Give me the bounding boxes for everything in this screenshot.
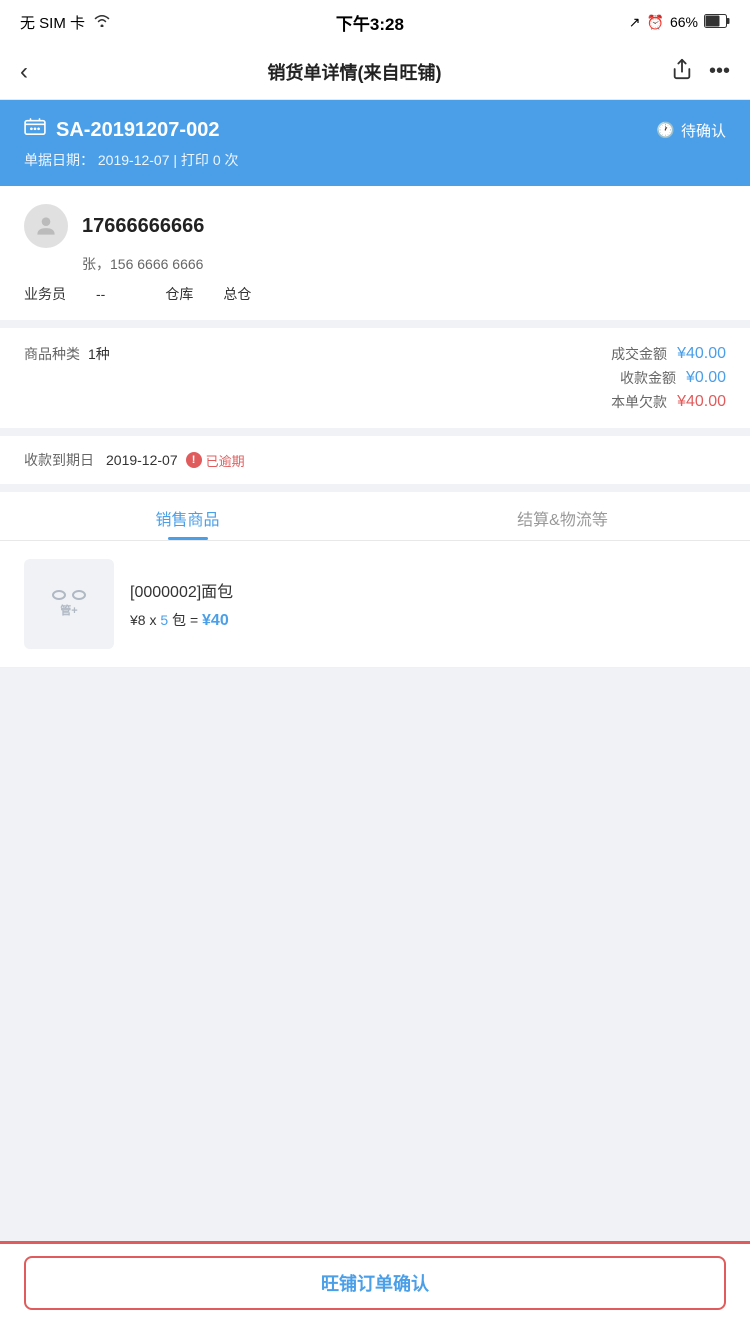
more-icon[interactable]: •••: [709, 60, 730, 83]
status-left: 无 SIM 卡: [20, 12, 111, 33]
customer-section: 17666666666 张，156 6666 6666 业务员 -- 仓库 总仓: [0, 186, 750, 328]
status-bar: 无 SIM 卡 下午3:28 ↗ ⏰ 66%: [0, 0, 750, 44]
product-type-value: 1种: [88, 344, 110, 364]
status-clock-icon: 🕐: [656, 121, 675, 139]
qty: 5: [160, 612, 168, 628]
product-thumbnail: 管+: [24, 559, 114, 649]
date-label: 单据日期：: [24, 152, 94, 168]
product-info: [0000002]面包 ¥8 x 5 包 = ¥40: [130, 578, 726, 630]
transaction-label: 成交金额: [611, 344, 667, 364]
customer-meta: 业务员 -- 仓库 总仓: [24, 284, 726, 304]
order-icon: [24, 118, 46, 142]
owed-value: ¥40.00: [677, 393, 726, 411]
avatar: [24, 204, 68, 248]
confirm-button[interactable]: 旺铺订单确认: [24, 1256, 726, 1310]
order-date: 2019-12-07: [98, 152, 170, 168]
due-date-value: 2019-12-07: [106, 452, 178, 468]
salesperson-label: 业务员: [24, 284, 66, 304]
owed-amount-row: 本单欠款 ¥40.00: [611, 392, 726, 412]
order-banner: SA-20191207-002 🕐 待确认 单据日期： 2019-12-07 |…: [0, 100, 750, 186]
status-time: 下午3:28: [336, 10, 404, 35]
tab-settlement[interactable]: 结算&物流等: [375, 492, 750, 540]
order-date-row: 单据日期： 2019-12-07 | 打印 0 次: [24, 150, 726, 170]
product-item: 管+ [0000002]面包 ¥8 x 5 包 = ¥40: [0, 541, 750, 667]
product-type-label: 商品种类: [24, 344, 80, 364]
received-label: 收款金额: [620, 368, 676, 388]
order-id: SA-20191207-002: [56, 119, 219, 142]
transaction-amount-row: 成交金额 ¥40.00: [611, 344, 726, 364]
alarm-icon: ⏰: [647, 14, 664, 31]
received-amount-row: 收款金额 ¥0.00: [620, 368, 726, 388]
status-right: ↗ ⏰ 66%: [629, 14, 730, 31]
page-title: 销货单详情(来自旺铺): [38, 59, 671, 85]
received-value: ¥0.00: [686, 369, 726, 387]
status-text: 待确认: [681, 120, 726, 141]
logo-plus: 管+: [60, 602, 77, 618]
warehouse-value: 总仓: [223, 284, 251, 304]
overdue-badge: ! 已逾期: [186, 451, 245, 470]
nav-bar: ‹ 销货单详情(来自旺铺) •••: [0, 44, 750, 100]
logo-eye-right: [72, 590, 86, 600]
product-name: [0000002]面包: [130, 578, 726, 602]
unit-price: ¥8: [130, 612, 146, 628]
total: ¥40: [202, 612, 229, 629]
product-type-row: 商品种类 1种: [24, 344, 110, 364]
due-label: 收款到期日: [24, 450, 94, 470]
overdue-text: 已逾期: [206, 451, 245, 470]
customer-name: 张，156 6666 6666: [24, 254, 726, 274]
order-status: 🕐 待确认: [656, 120, 726, 141]
back-button[interactable]: ‹: [20, 58, 38, 86]
owed-label: 本单欠款: [611, 392, 667, 412]
warehouse-label: 仓库: [165, 284, 193, 304]
product-logo: 管+: [52, 590, 86, 618]
product-section: 管+ [0000002]面包 ¥8 x 5 包 = ¥40: [0, 541, 750, 668]
print-info: | 打印 0 次: [173, 152, 238, 168]
location-icon: ↗: [629, 14, 641, 31]
summary-left: 商品种类 1种: [24, 344, 110, 364]
battery-text: 66%: [670, 14, 698, 30]
tabs-section: 销售商品 结算&物流等: [0, 492, 750, 541]
product-price-row: ¥8 x 5 包 = ¥40: [130, 610, 726, 630]
logo-eyes: [52, 590, 86, 600]
wifi-icon: [93, 13, 111, 31]
price-x: x: [149, 612, 160, 628]
overdue-icon: !: [186, 452, 202, 468]
logo-eye-left: [52, 590, 66, 600]
carrier-text: 无 SIM 卡: [20, 12, 85, 33]
share-icon[interactable]: [671, 58, 693, 86]
unit: 包: [172, 612, 186, 628]
summary-section: 商品种类 1种 成交金额 ¥40.00 收款金额 ¥0.00 本单欠款 ¥40.…: [0, 328, 750, 436]
customer-top: 17666666666: [24, 204, 726, 248]
customer-phone: 17666666666: [82, 215, 204, 238]
transaction-value: ¥40.00: [677, 345, 726, 363]
equals: =: [190, 612, 202, 628]
salesperson-value: --: [96, 286, 105, 302]
order-id-block: SA-20191207-002: [24, 118, 219, 142]
bottom-spacer: [0, 668, 750, 868]
due-section: 收款到期日 2019-12-07 ! 已逾期: [0, 436, 750, 492]
tab-products[interactable]: 销售商品: [0, 492, 375, 540]
tabs-row: 销售商品 结算&物流等: [0, 492, 750, 540]
battery-icon: [704, 14, 730, 31]
order-banner-top: SA-20191207-002 🕐 待确认: [24, 118, 726, 142]
confirm-bar: 旺铺订单确认: [0, 1241, 750, 1334]
nav-right-actions: •••: [671, 58, 730, 86]
summary-right: 成交金额 ¥40.00 收款金额 ¥0.00 本单欠款 ¥40.00: [611, 344, 726, 412]
